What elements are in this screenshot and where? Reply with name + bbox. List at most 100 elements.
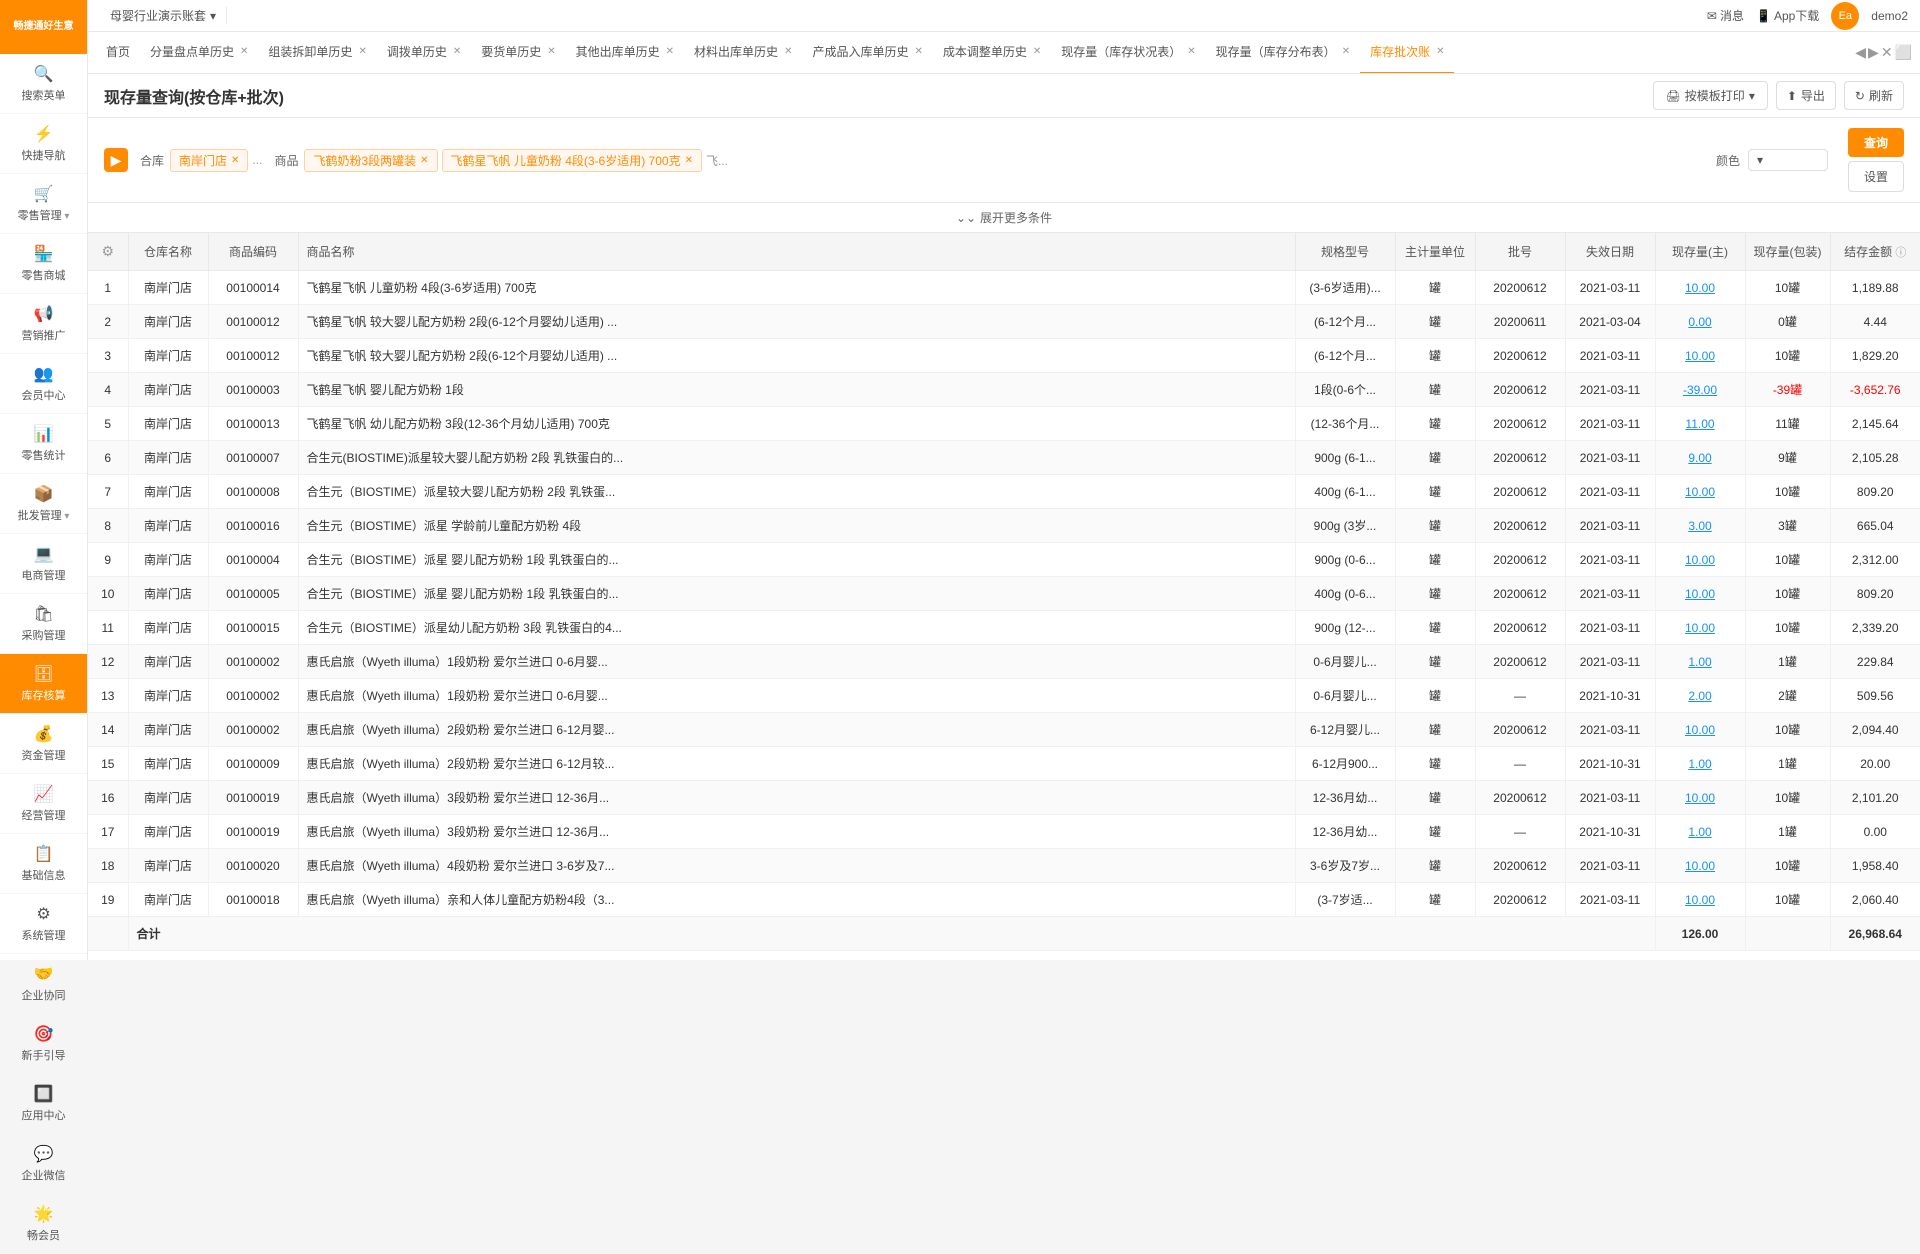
nav-tab-8[interactable]: 现存量（库存状况表）✕ [1051, 32, 1205, 74]
refresh-button[interactable]: ↻ 刷新 [1844, 81, 1904, 110]
sidebar-item-企业协同[interactable]: 🤝企业协同 [0, 954, 87, 1014]
cell-qty-main[interactable]: 10.00 [1655, 271, 1745, 305]
export-button[interactable]: ⬆ 导出 [1776, 81, 1836, 110]
app-download-button[interactable]: 📱 App下载 [1756, 7, 1819, 24]
tab-maximize-icon[interactable]: ⬜ [1895, 44, 1912, 61]
tab-home[interactable]: 首页 [96, 32, 140, 74]
tab-close-btn-10[interactable]: ✕ [1436, 46, 1444, 57]
warehouse-tag-nananjm[interactable]: 南岸门店 ✕ [170, 149, 248, 172]
cell-qty-main[interactable]: 9.00 [1655, 441, 1745, 475]
sidebar-item-零售统计[interactable]: 📊零售统计 [0, 414, 87, 474]
sidebar-item-零售管理[interactable]: 🛒零售管理 ▾ [0, 174, 87, 234]
tab-close-btn-7[interactable]: ✕ [1033, 46, 1041, 57]
cell-qty-main[interactable]: 1.00 [1655, 747, 1745, 781]
tab-close-btn-3[interactable]: ✕ [547, 46, 555, 57]
cell-name: 惠氏启旅（Wyeth illuma）3段奶粉 爱尔兰进口 12-36月... [298, 815, 1295, 849]
tab-close-btn-9[interactable]: ✕ [1342, 46, 1350, 57]
sidebar-item-采购管理[interactable]: 🛍采购管理 [0, 594, 87, 654]
tab-close-btn-1[interactable]: ✕ [358, 46, 366, 57]
sidebar-item-库存核算[interactable]: 🗄库存核算 [0, 654, 87, 714]
col-header-amount: 结存金额 ⓘ [1830, 233, 1920, 271]
col-header-settings[interactable]: ⚙ [88, 233, 128, 271]
cell-qty-main[interactable]: 10.00 [1655, 883, 1745, 917]
sidebar-item-资金管理[interactable]: 💰资金管理 [0, 714, 87, 774]
cell-batch: 20200612 [1475, 577, 1565, 611]
tab-close-btn-8[interactable]: ✕ [1187, 46, 1195, 57]
sidebar-item-畅会员[interactable]: 🌟畅会员 [0, 1194, 87, 1254]
nav-tab-1[interactable]: 组装拆卸单历史✕ [258, 32, 376, 74]
cell-qty-main[interactable]: 10.00 [1655, 339, 1745, 373]
tab-close-btn-0[interactable]: ✕ [240, 46, 248, 57]
sidebar-item-基础信息[interactable]: 📋基础信息 [0, 834, 87, 894]
table-row: 2 南岸门店 00100012 飞鹤星飞帆 较大婴儿配方奶粉 2段(6-12个月… [88, 305, 1920, 339]
goods-tag-1[interactable]: 飞鹤奶粉3段两罐装 ✕ [304, 149, 437, 172]
cell-qty-main[interactable]: -39.00 [1655, 373, 1745, 407]
cell-code: 00100008 [208, 475, 298, 509]
goods-tag-2[interactable]: 飞鹤星飞帆 儿童奶粉 4段(3-6岁适用) 700克 ✕ [442, 149, 702, 172]
sidebar-item-搜索英单[interactable]: 🔍搜索英单 [0, 54, 87, 114]
tab-close-btn-2[interactable]: ✕ [453, 46, 461, 57]
user-name[interactable]: demo2 [1871, 9, 1908, 23]
nav-tab-0[interactable]: 分量盘点单历史✕ [140, 32, 258, 74]
tab-close-btn-5[interactable]: ✕ [784, 46, 792, 57]
nav-tab-10[interactable]: 库存批次账✕ [1360, 32, 1454, 74]
cell-qty-main[interactable]: 10.00 [1655, 611, 1745, 645]
color-select[interactable]: ▾ [1748, 149, 1828, 171]
tab-close-btn-4[interactable]: ✕ [666, 46, 674, 57]
cell-qty-main[interactable]: 10.00 [1655, 475, 1745, 509]
sidebar-item-新手引导[interactable]: 🎯新手引导 [0, 1014, 87, 1074]
expand-more-button[interactable]: ⌄⌄ 展开更多条件 [956, 209, 1052, 226]
cell-qty-main[interactable]: 0.00 [1655, 305, 1745, 339]
tab-next-icon[interactable]: ▶ [1868, 44, 1879, 61]
avatar[interactable]: Ea [1831, 2, 1859, 30]
cell-qty-main[interactable]: 2.00 [1655, 679, 1745, 713]
filter-expand-button[interactable]: ▶ [104, 148, 128, 172]
cell-qty-main[interactable]: 10.00 [1655, 543, 1745, 577]
cell-qty-main[interactable]: 10.00 [1655, 577, 1745, 611]
nav-tab-3[interactable]: 要货单历史✕ [471, 32, 565, 74]
settings-button[interactable]: 设置 [1848, 161, 1904, 192]
sidebar-item-会员中心[interactable]: 👥会员中心 [0, 354, 87, 414]
print-button[interactable]: 🖨 按模板打印 ▾ [1653, 81, 1768, 110]
cell-qty-main[interactable]: 10.00 [1655, 849, 1745, 883]
industry-selector[interactable]: 母婴行业演示账套 ▾ [100, 7, 227, 24]
col-header-qty-pkg: 现存量(包装) [1745, 233, 1830, 271]
cell-qty-main[interactable]: 3.00 [1655, 509, 1745, 543]
total-amount: 26,968.64 [1830, 917, 1920, 951]
nav-tab-6[interactable]: 产成品入库单历史✕ [802, 32, 932, 74]
nav-tab-9[interactable]: 现存量（库存分布表）✕ [1206, 32, 1360, 74]
sidebar-item-快捷导航[interactable]: ⚡快捷导航 [0, 114, 87, 174]
goods-tag-2-close-icon[interactable]: ✕ [685, 155, 693, 166]
goods-tag-1-close-icon[interactable]: ✕ [420, 155, 428, 166]
sidebar-item-经营管理[interactable]: 📈经营管理 [0, 774, 87, 834]
nav-tab-4[interactable]: 其他出库单历史✕ [566, 32, 684, 74]
messages-button[interactable]: ✉ 消息 [1707, 7, 1744, 24]
sidebar-item-电商管理[interactable]: 💻电商管理 [0, 534, 87, 594]
sidebar-item-系统管理[interactable]: ⚙系统管理 [0, 894, 87, 954]
sidebar-item-企业微信[interactable]: 💬企业微信 [0, 1134, 87, 1194]
sidebar-icon-12: 📈 [34, 784, 54, 804]
goods-more[interactable]: 飞... [706, 152, 728, 169]
query-button[interactable]: 查询 [1848, 128, 1904, 157]
tab-close-icon[interactable]: ✕ [1881, 44, 1893, 61]
tab-prev-icon[interactable]: ◀ [1855, 44, 1866, 61]
nav-tab-7[interactable]: 成本调整单历史✕ [933, 32, 1051, 74]
cell-qty-main[interactable]: 1.00 [1655, 645, 1745, 679]
sidebar-item-营销推广[interactable]: 📢营销推广 [0, 294, 87, 354]
nav-tab-2[interactable]: 调拨单历史✕ [377, 32, 471, 74]
sidebar-item-零售商城[interactable]: 🏪零售商城 [0, 234, 87, 294]
cell-unit: 罐 [1395, 509, 1475, 543]
nav-tab-5[interactable]: 材料出库单历史✕ [684, 32, 802, 74]
inventory-table: ⚙ 仓库名称 商品编码 商品名称 规格型号 主计量单位 批号 失效日期 现存量(… [88, 233, 1920, 951]
cell-qty-main[interactable]: 10.00 [1655, 713, 1745, 747]
cell-qty-main[interactable]: 10.00 [1655, 781, 1745, 815]
warehouse-more[interactable]: ... [252, 153, 262, 167]
sidebar-item-应用中心[interactable]: 🔲应用中心 [0, 1074, 87, 1134]
cell-qty-main[interactable]: 11.00 [1655, 407, 1745, 441]
table-row: 12 南岸门店 00100002 惠氏启旅（Wyeth illuma）1段奶粉 … [88, 645, 1920, 679]
cell-amount: 809.20 [1830, 475, 1920, 509]
sidebar-item-批发管理[interactable]: 📦批发管理 ▾ [0, 474, 87, 534]
tab-close-btn-6[interactable]: ✕ [914, 46, 922, 57]
warehouse-tag-close-icon[interactable]: ✕ [231, 155, 239, 166]
cell-qty-main[interactable]: 1.00 [1655, 815, 1745, 849]
